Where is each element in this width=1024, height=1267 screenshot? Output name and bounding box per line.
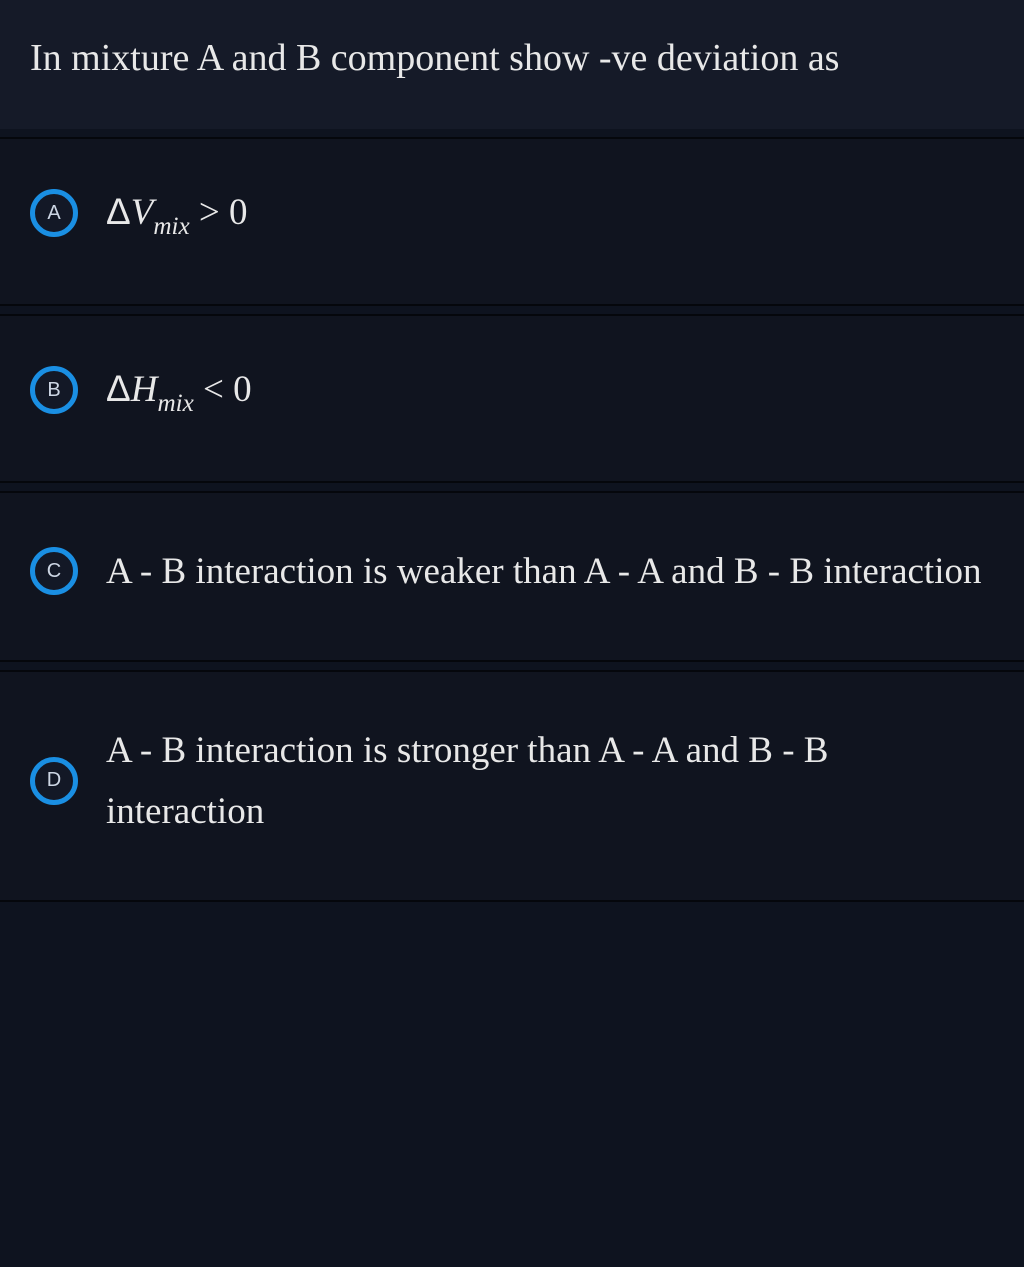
- options-list: A ΔVmix > 0 B ΔHmix < 0 C A - B interact…: [0, 129, 1024, 902]
- option-d[interactable]: D A - B interaction is stronger than A -…: [0, 670, 1024, 902]
- option-badge-a: A: [30, 189, 78, 237]
- option-c-text: A - B interaction is weaker than A - A a…: [106, 541, 981, 602]
- var-symbol: V: [131, 192, 154, 233]
- option-badge-c: C: [30, 547, 78, 595]
- option-a[interactable]: A ΔVmix > 0: [0, 137, 1024, 306]
- option-d-text: A - B interaction is stronger than A - A…: [106, 720, 994, 842]
- delta-symbol: Δ: [106, 368, 131, 409]
- delta-symbol: Δ: [106, 191, 131, 232]
- relation: > 0: [190, 192, 248, 233]
- option-b-text: ΔHmix < 0: [106, 358, 252, 423]
- relation: < 0: [194, 369, 252, 410]
- option-badge-d: D: [30, 757, 78, 805]
- option-c[interactable]: C A - B interaction is weaker than A - A…: [0, 491, 1024, 662]
- subscript: mix: [157, 390, 193, 417]
- subscript: mix: [153, 213, 189, 240]
- option-b[interactable]: B ΔHmix < 0: [0, 314, 1024, 483]
- var-symbol: H: [131, 369, 158, 410]
- question-text: In mixture A and B component show -ve de…: [0, 0, 1024, 129]
- option-a-text: ΔVmix > 0: [106, 181, 248, 246]
- option-badge-b: B: [30, 366, 78, 414]
